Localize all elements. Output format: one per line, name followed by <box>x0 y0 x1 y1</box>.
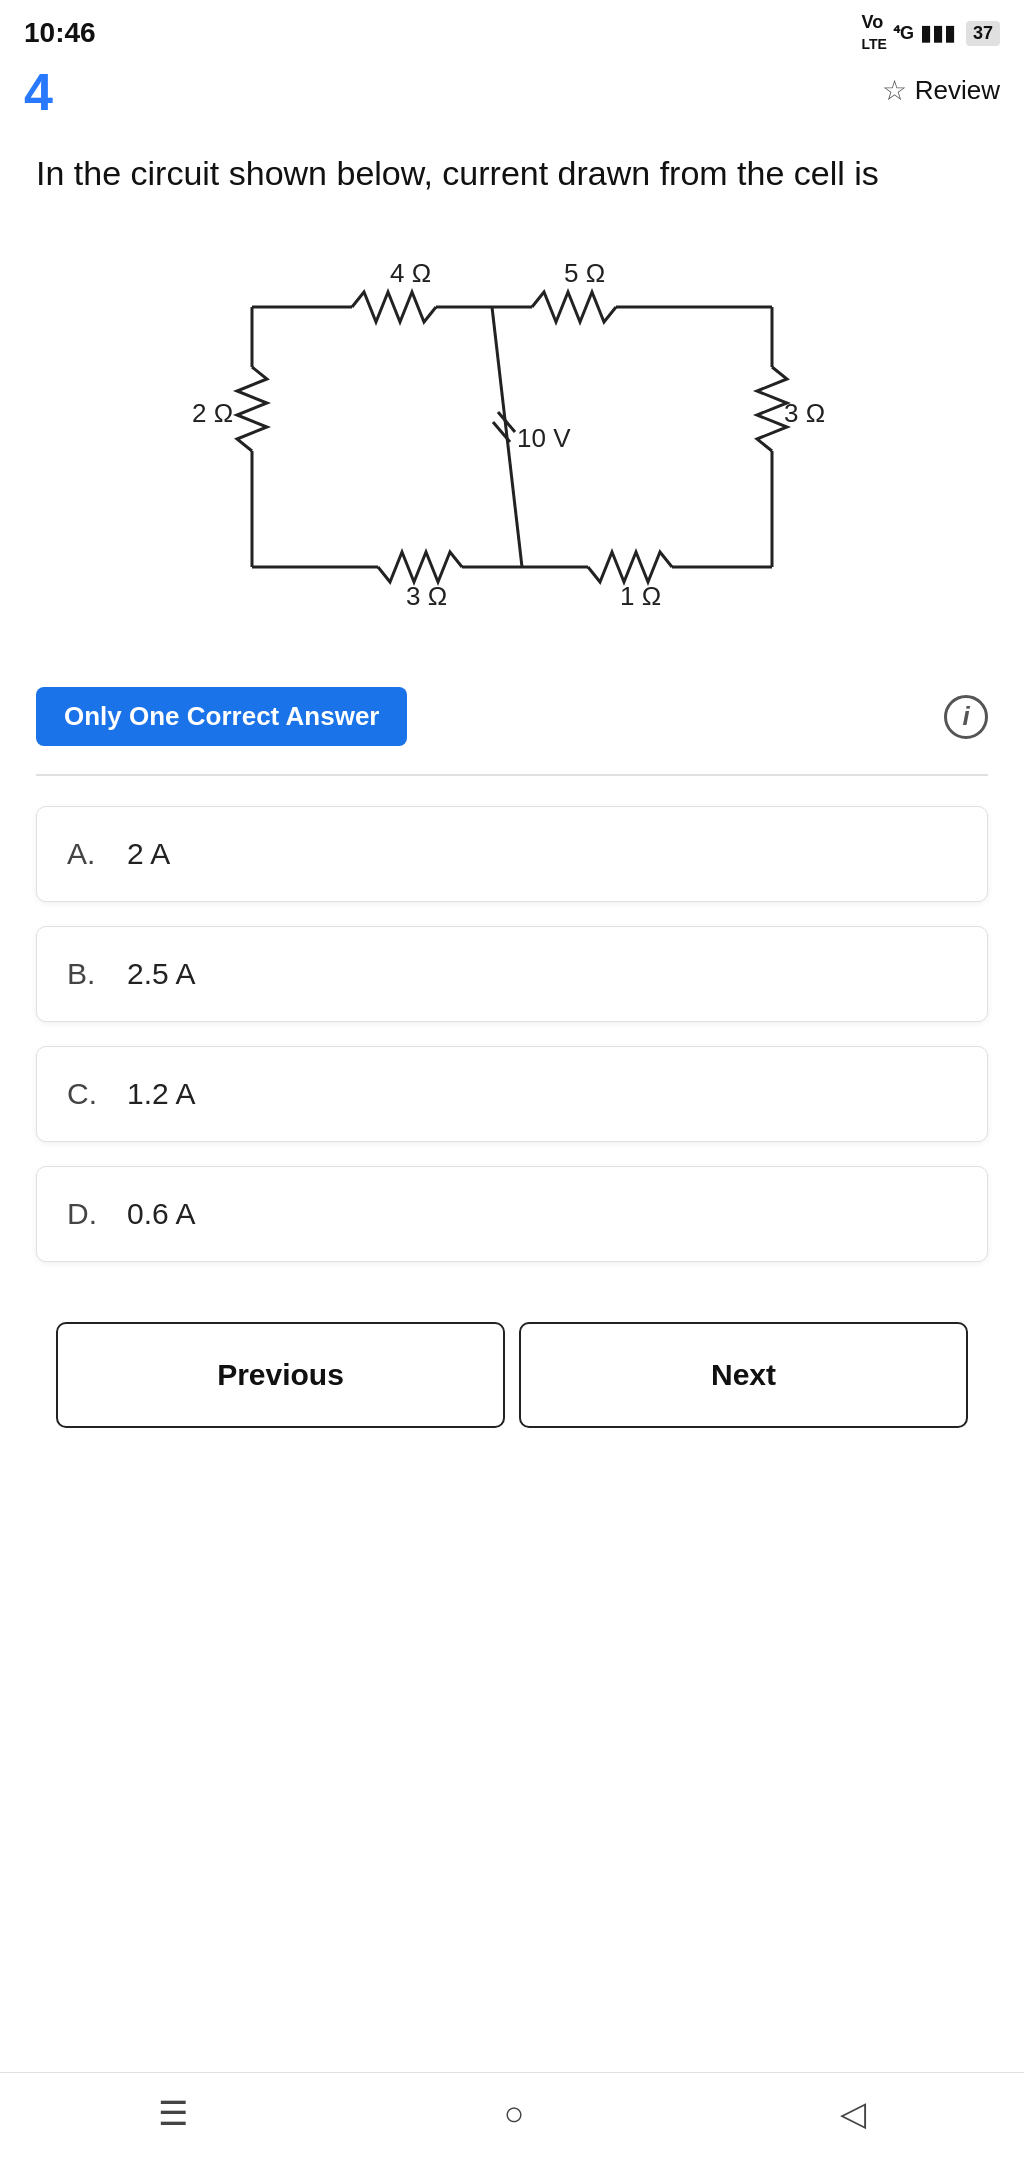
option-c-letter: C. <box>67 1077 103 1111</box>
status-time: 10:46 <box>24 17 96 49</box>
option-d-value: 0.6 A <box>127 1197 195 1231</box>
back-icon[interactable]: ◁ <box>840 2093 866 2133</box>
review-label: Review <box>915 75 1000 106</box>
answer-type-badge: Only One Correct Answer <box>36 687 407 746</box>
option-d-letter: D. <box>67 1197 103 1231</box>
options-list: A. 2 A B. 2.5 A C. 1.2 A D. 0.6 A <box>36 806 988 1262</box>
svg-text:10 V: 10 V <box>517 423 571 453</box>
circuit-svg: 4 Ω 5 Ω 3 Ω 1 Ω <box>172 227 852 647</box>
main-content: In the circuit shown below, current draw… <box>0 130 1024 1448</box>
signal-bars: ▮▮▮ <box>920 20 956 46</box>
option-b-value: 2.5 A <box>127 957 195 991</box>
svg-text:3 Ω: 3 Ω <box>406 581 447 611</box>
option-b[interactable]: B. 2.5 A <box>36 926 988 1022</box>
option-a-letter: A. <box>67 837 103 871</box>
svg-text:5 Ω: 5 Ω <box>564 258 605 288</box>
option-c-value: 1.2 A <box>127 1077 195 1111</box>
question-number: 4 <box>24 66 53 118</box>
home-icon[interactable]: ○ <box>504 2094 525 2133</box>
option-c[interactable]: C. 1.2 A <box>36 1046 988 1142</box>
battery-level: 37 <box>966 21 1000 46</box>
option-b-letter: B. <box>67 957 103 991</box>
svg-text:4 Ω: 4 Ω <box>390 258 431 288</box>
status-icons: VoLTE ⁴G ▮▮▮ 37 <box>862 12 1000 54</box>
next-button[interactable]: Next <box>519 1322 968 1428</box>
svg-text:3 Ω: 3 Ω <box>784 398 825 428</box>
svg-text:1 Ω: 1 Ω <box>620 581 661 611</box>
info-icon[interactable]: i <box>944 695 988 739</box>
circuit-diagram: 4 Ω 5 Ω 3 Ω 1 Ω <box>36 227 988 647</box>
option-a-value: 2 A <box>127 837 170 871</box>
answer-type-row: Only One Correct Answer i <box>36 687 988 746</box>
review-button[interactable]: ☆ Review <box>882 74 1000 107</box>
menu-icon[interactable]: ☰ <box>158 2093 188 2133</box>
option-d[interactable]: D. 0.6 A <box>36 1166 988 1262</box>
option-a[interactable]: A. 2 A <box>36 806 988 902</box>
svg-text:2 Ω: 2 Ω <box>192 398 233 428</box>
divider <box>36 774 988 776</box>
question-text: In the circuit shown below, current draw… <box>36 148 988 199</box>
star-icon: ☆ <box>882 74 907 107</box>
signal-4g: ⁴G <box>893 22 914 44</box>
network-label: VoLTE <box>862 12 887 54</box>
previous-button[interactable]: Previous <box>56 1322 505 1428</box>
bottom-nav-bar: ☰ ○ ◁ <box>0 2072 1024 2161</box>
status-bar: 10:46 VoLTE ⁴G ▮▮▮ 37 <box>0 0 1024 62</box>
header: 4 ☆ Review <box>0 62 1024 130</box>
nav-buttons: Previous Next <box>36 1292 988 1448</box>
